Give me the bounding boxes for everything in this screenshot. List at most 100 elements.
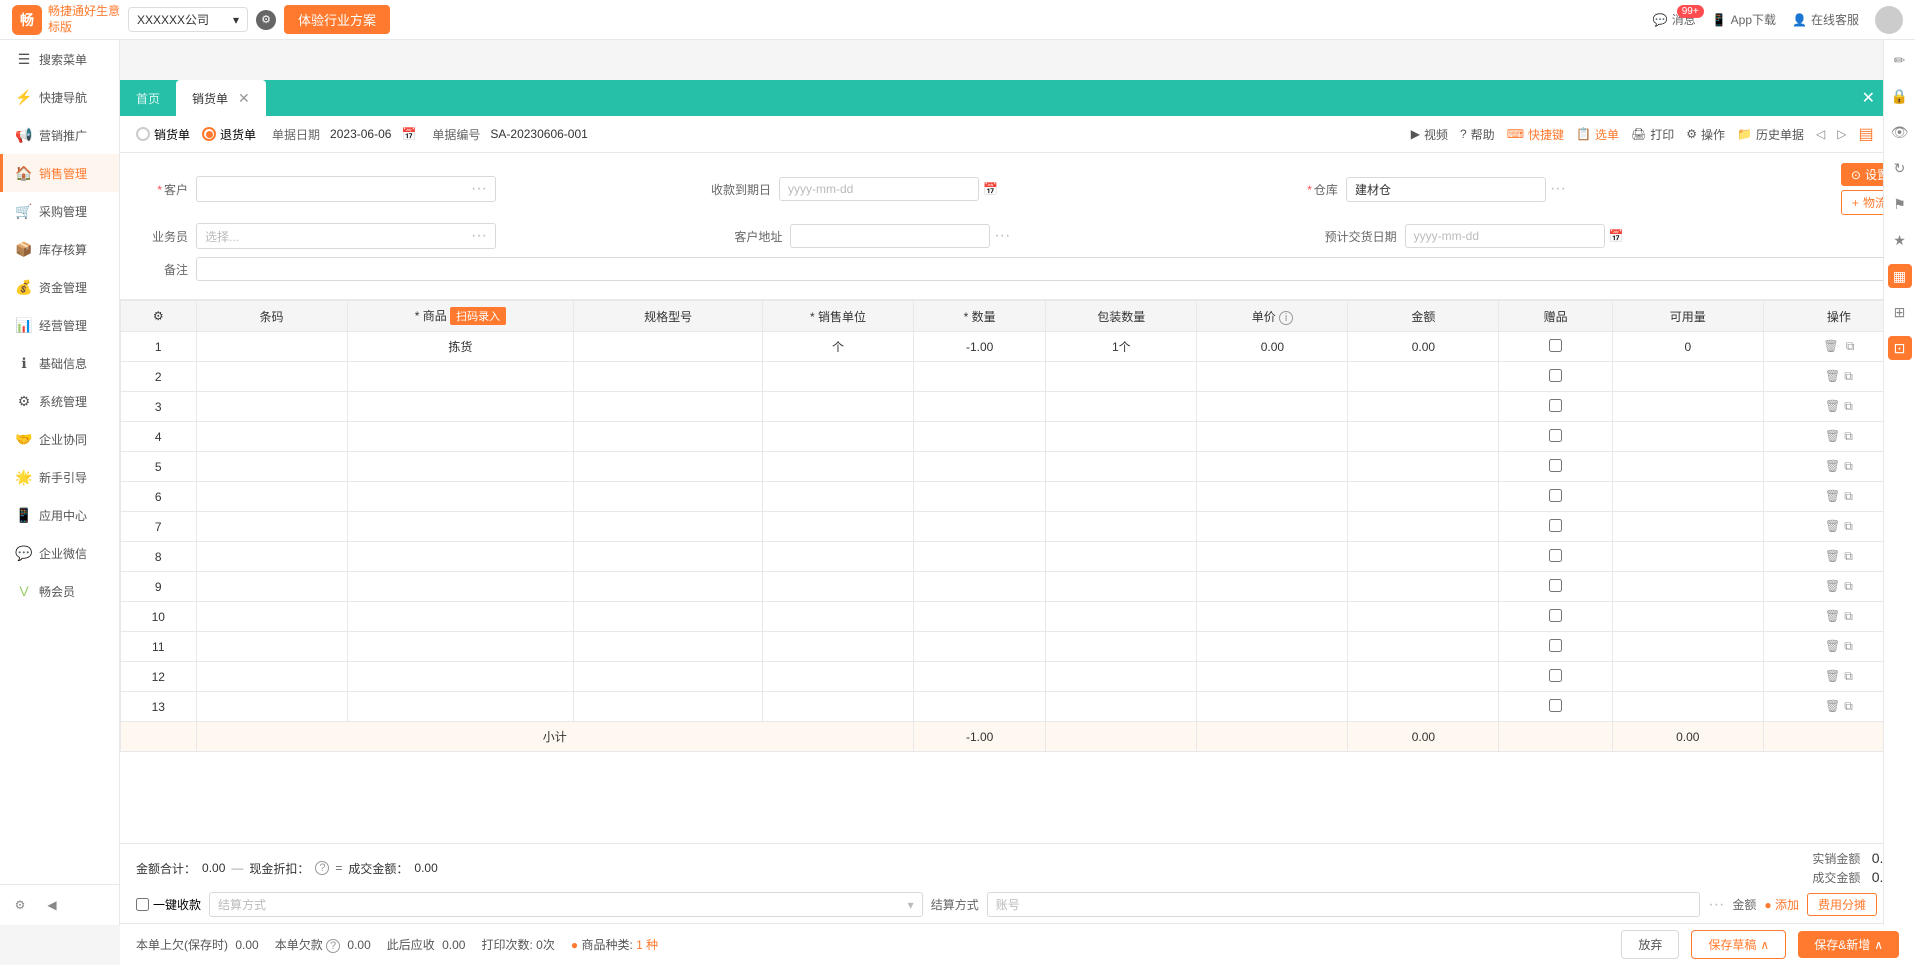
gift-checkbox[interactable] [1549, 699, 1562, 712]
save-new-button[interactable]: 保存&新增 ∧ [1798, 931, 1899, 958]
price-info-icon[interactable]: i [1279, 311, 1293, 325]
right-flag-icon[interactable]: ⚑ [1888, 192, 1912, 216]
copy-icon[interactable]: ⧉ [1844, 549, 1853, 563]
sidebar-item-finance[interactable]: 💰 资金管理 [0, 268, 119, 306]
trial-button[interactable]: 体验行业方案 [284, 5, 390, 34]
bank-account-input[interactable]: 账号 [987, 892, 1701, 917]
gift-checkbox[interactable] [1549, 369, 1562, 382]
sidebar-item-marketing[interactable]: 📢 营销推广 [0, 116, 119, 154]
row-price[interactable]: 0.00 [1197, 332, 1348, 362]
close-all-icon[interactable]: ✕ [1862, 88, 1875, 108]
expected-delivery-input[interactable]: yyyy-mm-dd [1405, 224, 1605, 248]
salesperson-dots[interactable]: ··· [471, 227, 487, 245]
video-btn[interactable]: ▶ 视频 [1411, 126, 1448, 143]
row-spec[interactable] [574, 332, 763, 362]
delete-icon[interactable]: 🗑 [1825, 699, 1840, 713]
sidebar-item-purchase-mgmt[interactable]: 🛒 采购管理 [0, 192, 119, 230]
calendar-icon[interactable]: 📅 [401, 127, 416, 141]
settlement-method-select[interactable]: 结算方式 ▾ [209, 892, 923, 917]
company-selector[interactable]: XXXXXX公司 ▾ [128, 7, 248, 32]
radio-return-order[interactable]: 退货单 [202, 126, 256, 143]
delete-icon[interactable]: 🗑 [1825, 609, 1840, 623]
settings-icon[interactable]: ⚙ [256, 10, 276, 30]
right-lock-icon[interactable]: 🔒 [1888, 84, 1912, 108]
row-amount[interactable]: 0.00 [1348, 332, 1499, 362]
warehouse-dots[interactable]: ··· [1550, 180, 1566, 198]
shortcut-btn[interactable]: ⌨ 快捷键 [1507, 126, 1564, 143]
delete-icon[interactable]: 🗑 [1825, 429, 1840, 443]
calendar-icon-3[interactable]: 📅 [1609, 229, 1624, 243]
copy-icon[interactable]: ⧉ [1844, 429, 1853, 443]
help-btn[interactable]: ? 帮助 [1460, 126, 1495, 143]
sidebar-settings-icon[interactable]: ⚙ [8, 893, 32, 917]
row-pkg-qty[interactable]: 1个 [1046, 332, 1197, 362]
sidebar-item-app-center[interactable]: 📱 应用中心 [0, 496, 119, 534]
customer-addr-input[interactable] [790, 224, 990, 248]
nav-next-icon[interactable]: ▷ [1837, 127, 1846, 141]
copy-icon[interactable]: ⧉ [1844, 669, 1853, 683]
sidebar-item-operations[interactable]: 📊 经营管理 [0, 306, 119, 344]
copy-icon[interactable]: ⧉ [1844, 489, 1853, 503]
sidebar-item-inventory[interactable]: 📦 库存核算 [0, 230, 119, 268]
sidebar-item-sales-mgmt[interactable]: 🏠 销售管理 [0, 154, 119, 192]
delete-icon[interactable]: 🗑 [1825, 489, 1840, 503]
tab-home[interactable]: 首页 [120, 80, 176, 116]
one-click-collect-input[interactable] [136, 898, 149, 911]
sidebar-item-system-mgmt[interactable]: ⚙ 系统管理 [0, 382, 119, 420]
gift-checkbox[interactable] [1549, 669, 1562, 682]
col-config[interactable]: ⚙ [121, 301, 197, 332]
view-list-icon[interactable]: ▤ [1858, 124, 1873, 144]
sidebar-item-new-guide[interactable]: 🌟 新手引导 [0, 458, 119, 496]
right-grid2-icon[interactable]: ⊞ [1888, 300, 1912, 324]
user-avatar[interactable] [1875, 6, 1903, 34]
row-gift[interactable] [1499, 332, 1612, 362]
row-unit[interactable]: 个 [763, 332, 914, 362]
scan-button[interactable]: 扫码录入 [450, 307, 506, 325]
right-refresh-icon[interactable]: ↻ [1888, 156, 1912, 180]
ops-btn[interactable]: ⚙ 操作 [1686, 126, 1725, 143]
delete-icon[interactable]: 🗑 [1825, 579, 1840, 593]
right-edit-icon[interactable]: ✏ [1888, 48, 1912, 72]
gift-checkbox[interactable] [1549, 549, 1562, 562]
discard-button[interactable]: 放弃 [1621, 930, 1679, 959]
history-btn[interactable]: 📁 历史单据 [1737, 126, 1804, 143]
bank-dots[interactable]: ··· [1708, 896, 1724, 914]
nav-prev-icon[interactable]: ◁ [1816, 127, 1825, 141]
notification-item[interactable]: 💬 消息 99+ [1653, 11, 1696, 28]
copy-icon[interactable]: ⧉ [1844, 519, 1853, 533]
one-click-collect-checkbox[interactable]: 一键收款 [136, 896, 201, 913]
right-orange-icon[interactable]: ⊡ [1888, 336, 1912, 360]
gift-checkbox[interactable] [1549, 429, 1562, 442]
warehouse-input[interactable]: 建材仓 [1346, 177, 1546, 202]
delete-icon[interactable]: 🗑 [1825, 399, 1840, 413]
addr-dots[interactable]: ··· [994, 227, 1010, 245]
row-barcode[interactable] [196, 332, 347, 362]
delete-icon[interactable]: 🗑 [1825, 549, 1840, 563]
delete-icon[interactable]: 🗑 [1825, 519, 1840, 533]
sidebar-item-basic-info[interactable]: ℹ 基础信息 [0, 344, 119, 382]
delete-icon[interactable]: 🗑 [1825, 369, 1840, 383]
delete-icon[interactable]: 🗑 [1825, 669, 1840, 683]
print-btn[interactable]: 🖨 打印 [1631, 126, 1674, 143]
gift-checkbox[interactable] [1549, 519, 1562, 532]
sidebar-item-quick-nav[interactable]: ⚡ 快捷导航 [0, 78, 119, 116]
sidebar-collapse-icon[interactable]: ◀ [40, 893, 64, 917]
discount-info-icon[interactable]: ? [315, 861, 329, 875]
copy-icon[interactable]: ⧉ [1844, 369, 1853, 383]
radio-sales-order[interactable]: 销货单 [136, 126, 190, 143]
sidebar-item-search-order[interactable]: ☰ 搜索菜单 [0, 40, 119, 78]
gift-checkbox[interactable] [1549, 579, 1562, 592]
copy-icon[interactable]: ⧉ [1844, 399, 1853, 413]
select-btn[interactable]: 📋 选单 [1576, 126, 1619, 143]
gift-checkbox[interactable] [1549, 489, 1562, 502]
sidebar-item-enterprise-wechat[interactable]: 💬 企业微信 [0, 534, 119, 572]
right-grid1-icon[interactable]: ▦ [1888, 264, 1912, 288]
delete-icon[interactable]: 🗑 [1825, 459, 1840, 473]
online-service-item[interactable]: 👤 在线客服 [1792, 11, 1859, 28]
draft-button[interactable]: 保存草稿 ∧ [1691, 930, 1786, 959]
gift-checkbox[interactable] [1549, 639, 1562, 652]
payment-due-input[interactable]: yyyy-mm-dd [779, 177, 979, 201]
copy-icon[interactable]: ⧉ [1844, 699, 1853, 713]
tab-close-icon[interactable]: ✕ [238, 90, 250, 107]
customer-dots[interactable]: ··· [471, 180, 487, 198]
